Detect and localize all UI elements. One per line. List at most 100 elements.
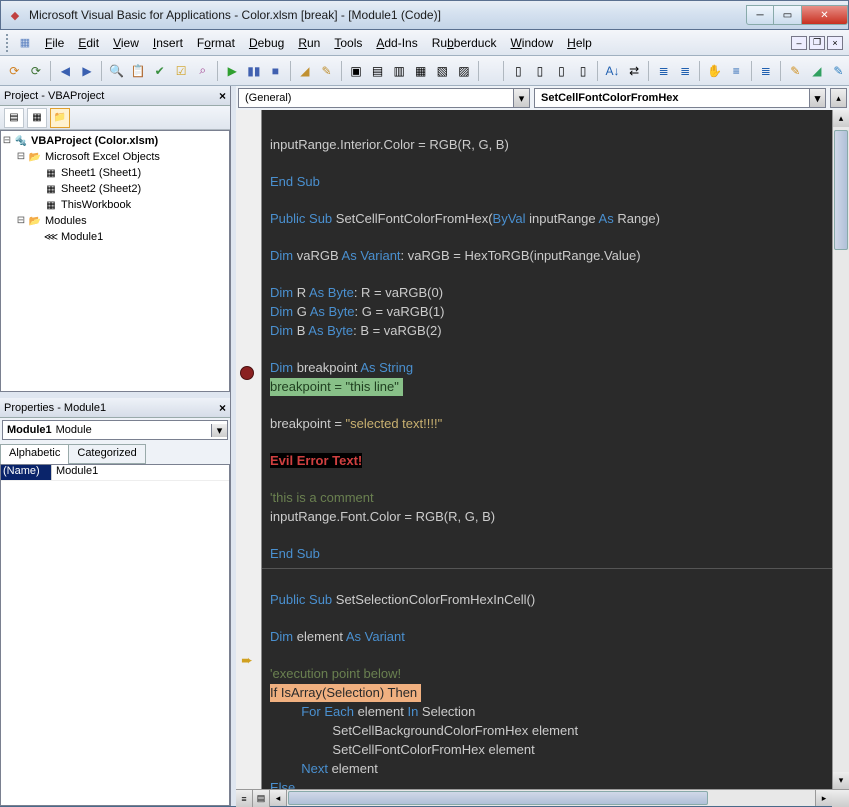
menu-file[interactable]: File xyxy=(38,33,71,53)
filter-icon[interactable]: ⇄ xyxy=(624,60,645,82)
project-panel-close-icon[interactable]: × xyxy=(219,89,226,103)
tool-a-icon[interactable]: ▣ xyxy=(346,60,367,82)
tree-sheet1[interactable]: ▦Sheet1 (Sheet1) xyxy=(1,165,229,181)
tree-modules[interactable]: ⊟📂Modules xyxy=(1,213,229,229)
refs-icon[interactable]: ⌕ xyxy=(192,60,213,82)
tab-categorized[interactable]: Categorized xyxy=(68,444,145,464)
window-titlebar: ◆ Microsoft Visual Basic for Application… xyxy=(0,0,849,30)
tool-c-icon[interactable]: ▥ xyxy=(389,60,410,82)
properties-panel-header: Properties - Module1 × xyxy=(0,398,230,418)
chevron-down-icon[interactable]: ▾ xyxy=(211,424,227,437)
procedure-combo[interactable]: SetCellFontColorFromHex▾ xyxy=(534,88,826,108)
scroll-up-button[interactable]: ▴ xyxy=(830,88,847,108)
property-value[interactable]: Module1 xyxy=(51,465,229,480)
tab-alphabetic[interactable]: Alphabetic xyxy=(0,444,69,464)
tree-excel-objects[interactable]: ⊟📂Microsoft Excel Objects xyxy=(1,149,229,165)
menu-tools[interactable]: Tools xyxy=(327,33,369,53)
breakpoint-marker-icon[interactable] xyxy=(240,366,254,380)
chevron-down-icon[interactable]: ▾ xyxy=(513,89,529,107)
pencil-icon[interactable]: ✎ xyxy=(828,60,849,82)
hand-icon[interactable]: ✋ xyxy=(704,60,725,82)
list-icon[interactable]: ≡ xyxy=(726,60,747,82)
properties-object-combo[interactable]: Module1 Module▾ xyxy=(2,420,228,440)
menu-rubberduck[interactable]: Rubberduck xyxy=(425,33,504,53)
reset-icon[interactable]: ■ xyxy=(265,60,286,82)
scroll-down-icon[interactable]: ▾ xyxy=(833,772,849,789)
menu-insert[interactable]: Insert xyxy=(146,33,190,53)
tree-root[interactable]: ⊟🔩VBAProject (Color.xlsm) xyxy=(1,133,229,149)
vertical-scrollbar[interactable]: ▴ ▾ xyxy=(832,110,849,789)
sort-icon[interactable]: A↓ xyxy=(602,60,623,82)
scrollbar-thumb[interactable] xyxy=(834,130,848,250)
break-icon[interactable]: ▮▮ xyxy=(244,60,265,82)
scroll-right-icon[interactable]: ▸ xyxy=(815,790,832,806)
properties-grid[interactable]: (Name) Module1 xyxy=(0,464,230,806)
refresh-icon[interactable]: ⟳ xyxy=(26,60,47,82)
tool-b-icon[interactable]: ▤ xyxy=(367,60,388,82)
wand-icon[interactable]: ✎ xyxy=(785,60,806,82)
menu-edit[interactable]: Edit xyxy=(71,33,106,53)
menu-help[interactable]: Help xyxy=(560,33,599,53)
property-row[interactable]: (Name) Module1 xyxy=(1,465,229,481)
folder-icon: 📂 xyxy=(27,150,43,164)
tool-f-icon[interactable]: ▨ xyxy=(454,60,475,82)
group-c-icon[interactable]: ▯ xyxy=(551,60,572,82)
pending-icon[interactable]: ⟳ xyxy=(4,60,25,82)
chevron-down-icon[interactable]: ▾ xyxy=(809,89,825,107)
inspect-icon[interactable]: 📋 xyxy=(128,60,149,82)
code-header: (General)▾ SetCellFontColorFromHex▾ ▴ xyxy=(236,86,849,110)
exec-icon[interactable]: ≣ xyxy=(755,60,776,82)
scroll-left-icon[interactable]: ◂ xyxy=(270,790,287,806)
minimize-button[interactable]: ─ xyxy=(746,5,774,25)
toggle-folders-icon[interactable]: 📁 xyxy=(50,108,70,128)
sheet-icon: ▦ xyxy=(43,166,59,180)
close-button[interactable]: ✕ xyxy=(802,5,848,25)
tool-d-icon[interactable]: ▦ xyxy=(410,60,431,82)
mdi-restore-button[interactable]: ❐ xyxy=(809,36,825,50)
tests-icon[interactable]: ✔ xyxy=(149,60,170,82)
outdent-icon[interactable]: ≣ xyxy=(653,60,674,82)
tree-thisworkbook[interactable]: ▦ThisWorkbook xyxy=(1,197,229,213)
execution-line[interactable]: If IsArray(Selection) Then xyxy=(270,684,421,702)
view-code-icon[interactable]: ▤ xyxy=(4,108,24,128)
breakpoint-line[interactable]: breakpoint = "this line" xyxy=(270,378,403,396)
scrollbar-thumb[interactable] xyxy=(288,791,708,805)
menu-run[interactable]: Run xyxy=(291,33,327,53)
scroll-up-icon[interactable]: ▴ xyxy=(833,110,849,127)
mdi-minimize-button[interactable]: – xyxy=(791,36,807,50)
code-margin[interactable]: ➨ xyxy=(236,110,262,789)
view-object-icon[interactable]: ▦ xyxy=(27,108,47,128)
menu-view[interactable]: View xyxy=(106,33,146,53)
size-grip-icon[interactable] xyxy=(832,790,849,807)
tool-e-icon[interactable]: ▧ xyxy=(432,60,453,82)
error-text: Evil Error Text! xyxy=(270,453,362,468)
maximize-button[interactable]: ▭ xyxy=(774,5,802,25)
project-tree[interactable]: ⊟🔩VBAProject (Color.xlsm) ⊟📂Microsoft Ex… xyxy=(0,130,230,392)
menu-window[interactable]: Window xyxy=(503,33,560,53)
tree-sheet2[interactable]: ▦Sheet2 (Sheet2) xyxy=(1,181,229,197)
group-a-icon[interactable]: ▯ xyxy=(508,60,529,82)
group-b-icon[interactable]: ▯ xyxy=(530,60,551,82)
design-icon[interactable]: ◢ xyxy=(295,60,316,82)
procedure-view-icon[interactable]: ≡ xyxy=(236,790,253,807)
continue-icon[interactable]: ▶ xyxy=(222,60,243,82)
tree-module1[interactable]: ⋘Module1 xyxy=(1,229,229,245)
full-view-icon[interactable]: ▤ xyxy=(253,790,270,807)
todo-icon[interactable]: ☑ xyxy=(171,60,192,82)
comment-icon[interactable]: ✎ xyxy=(316,60,337,82)
menu-debug[interactable]: Debug xyxy=(242,33,291,53)
indent-left-icon[interactable]: ◀ xyxy=(55,60,76,82)
object-combo[interactable]: (General)▾ xyxy=(238,88,530,108)
horizontal-scrollbar[interactable]: ◂ ▸ xyxy=(270,790,832,806)
code-editor[interactable]: inputRange.Interior.Color = RGB(R, G, B)… xyxy=(262,110,832,789)
group-d-icon[interactable]: ▯ xyxy=(573,60,594,82)
project-icon: 🔩 xyxy=(13,134,29,148)
properties-panel-close-icon[interactable]: × xyxy=(219,401,226,415)
mdi-close-button[interactable]: × xyxy=(827,36,843,50)
tag-icon[interactable]: ◢ xyxy=(807,60,828,82)
menu-format[interactable]: Format xyxy=(190,33,242,53)
menu-addins[interactable]: Add-Ins xyxy=(369,33,424,53)
indent-right-icon[interactable]: ▶ xyxy=(77,60,98,82)
indent-icon[interactable]: ≣ xyxy=(675,60,696,82)
explorer-icon[interactable]: 🔍 xyxy=(106,60,127,82)
